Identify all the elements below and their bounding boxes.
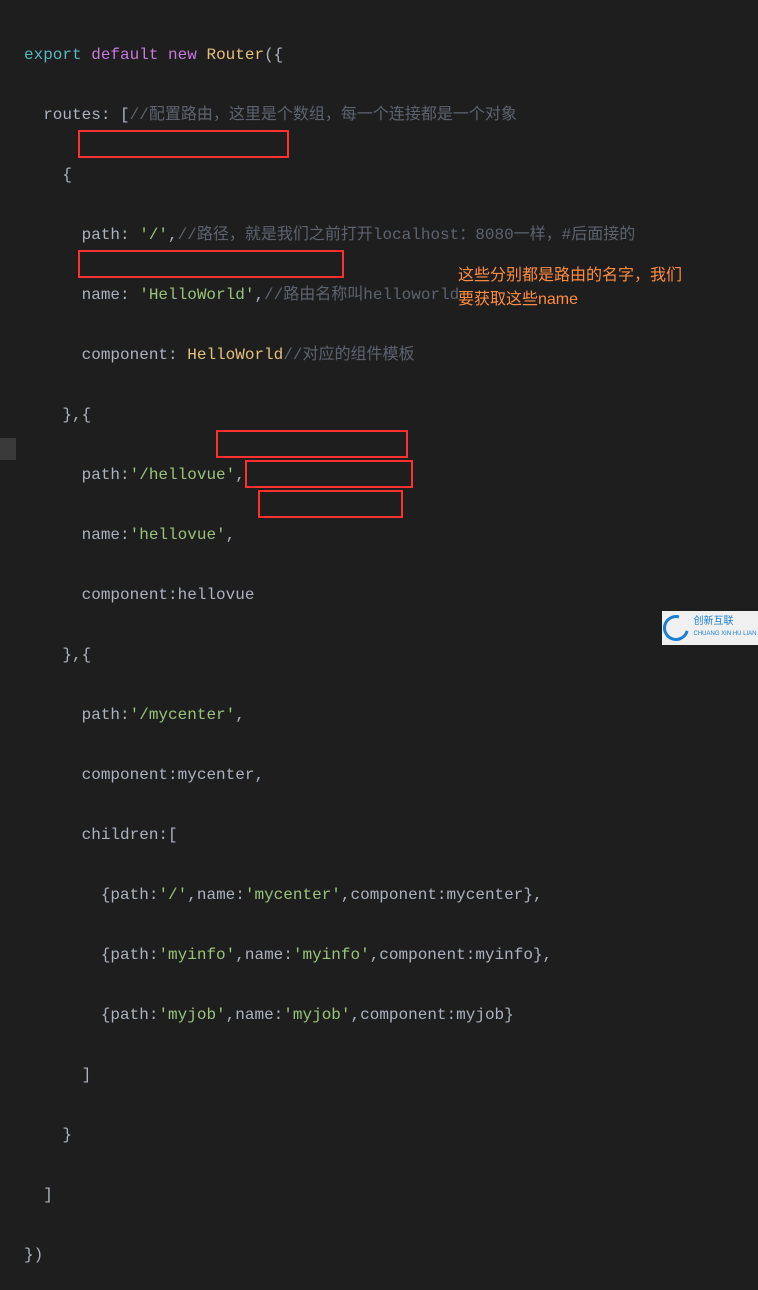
string-myjob: 'myjob' <box>158 1006 225 1024</box>
string-mycenter: '/mycenter' <box>130 706 236 724</box>
code-line: { <box>24 160 758 190</box>
code-line: routes: [//配置路由，这里是个数组，每一个连接都是一个对象 <box>24 100 758 130</box>
string: '/' <box>158 886 187 904</box>
code-line: {path:'myinfo',name:'myinfo',component:m… <box>24 940 758 970</box>
watermark: 创新互联 CHUANG XIN HU LIAN <box>662 611 758 645</box>
code-line: {path:'myjob',name:'myjob',component:myj… <box>24 1000 758 1030</box>
code-line: component:hellovue <box>24 580 758 610</box>
string-path: '/' <box>139 226 168 244</box>
annotation-text: 这些分别都是路由的名字，我们 要获取这些name <box>458 264 748 312</box>
prop-path: path <box>110 886 148 904</box>
identifier: myinfo <box>475 946 533 964</box>
prop-component: component <box>82 586 168 604</box>
code-line: path:'/hellovue', <box>24 460 758 490</box>
code-line: export default new Router({ <box>24 40 758 70</box>
string-myinfo: 'myinfo' <box>293 946 370 964</box>
prop-path: path <box>82 226 120 244</box>
prop-name: name <box>82 526 120 544</box>
code-line: },{ <box>24 400 758 430</box>
watermark-text: 创新互联 CHUANG XIN HU LIAN <box>693 616 756 640</box>
string-helloworld: 'HelloWorld' <box>139 286 254 304</box>
prop-routes: routes <box>43 106 101 124</box>
prop-name: name <box>82 286 120 304</box>
identifier: mycenter <box>178 766 255 784</box>
prop-path: path <box>110 946 148 964</box>
comment: //路由名称叫helloworld <box>264 286 459 304</box>
prop-name: name <box>197 886 235 904</box>
keyword-export: export <box>24 46 82 64</box>
code-editor: export default new Router({ routes: [//配… <box>0 0 758 1290</box>
code-line: children:[ <box>24 820 758 850</box>
comment: //配置路由，这里是个数组，每一个连接都是一个对象 <box>130 106 517 124</box>
prop-path: path <box>110 1006 148 1024</box>
comment: //路径，就是我们之前打开localhost：8080一样，#后面接的 <box>178 226 636 244</box>
code-line: path:'/mycenter', <box>24 700 758 730</box>
prop-path: path <box>82 706 120 724</box>
string-hellovue: 'hellovue' <box>130 526 226 544</box>
code-line: component:mycenter, <box>24 760 758 790</box>
prop-name: name <box>245 946 283 964</box>
code-line: {path:'/',name:'mycenter',component:myce… <box>24 880 758 910</box>
class-router: Router <box>206 46 264 64</box>
identifier: myjob <box>456 1006 504 1024</box>
identifier: HelloWorld <box>187 346 283 364</box>
keyword-new: new <box>168 46 197 64</box>
prop-component: component <box>82 346 168 364</box>
code-line: } <box>24 1120 758 1150</box>
comment: //对应的组件模板 <box>283 346 414 364</box>
prop-component: component <box>360 1006 446 1024</box>
prop-path: path <box>82 466 120 484</box>
prop-component: component <box>82 766 168 784</box>
code-line: }) <box>24 1240 758 1270</box>
keyword-default: default <box>91 46 158 64</box>
code-line: ] <box>24 1060 758 1090</box>
code-line: ] <box>24 1180 758 1210</box>
code-line: component: HelloWorld//对应的组件模板 <box>24 340 758 370</box>
string-hellovue: '/hellovue' <box>130 466 236 484</box>
code-line: name:'hellovue', <box>24 520 758 550</box>
identifier: hellovue <box>178 586 255 604</box>
prop-name: name <box>235 1006 273 1024</box>
string-mycenter: 'mycenter' <box>245 886 341 904</box>
identifier: mycenter <box>447 886 524 904</box>
string-myinfo: 'myinfo' <box>158 946 235 964</box>
prop-children: children <box>82 826 159 844</box>
prop-component: component <box>379 946 465 964</box>
prop-component: component <box>351 886 437 904</box>
string-myjob: 'myjob' <box>283 1006 350 1024</box>
watermark-logo-icon <box>659 610 695 646</box>
code-line: path: '/',//路径，就是我们之前打开localhost：8080一样，… <box>24 220 758 250</box>
